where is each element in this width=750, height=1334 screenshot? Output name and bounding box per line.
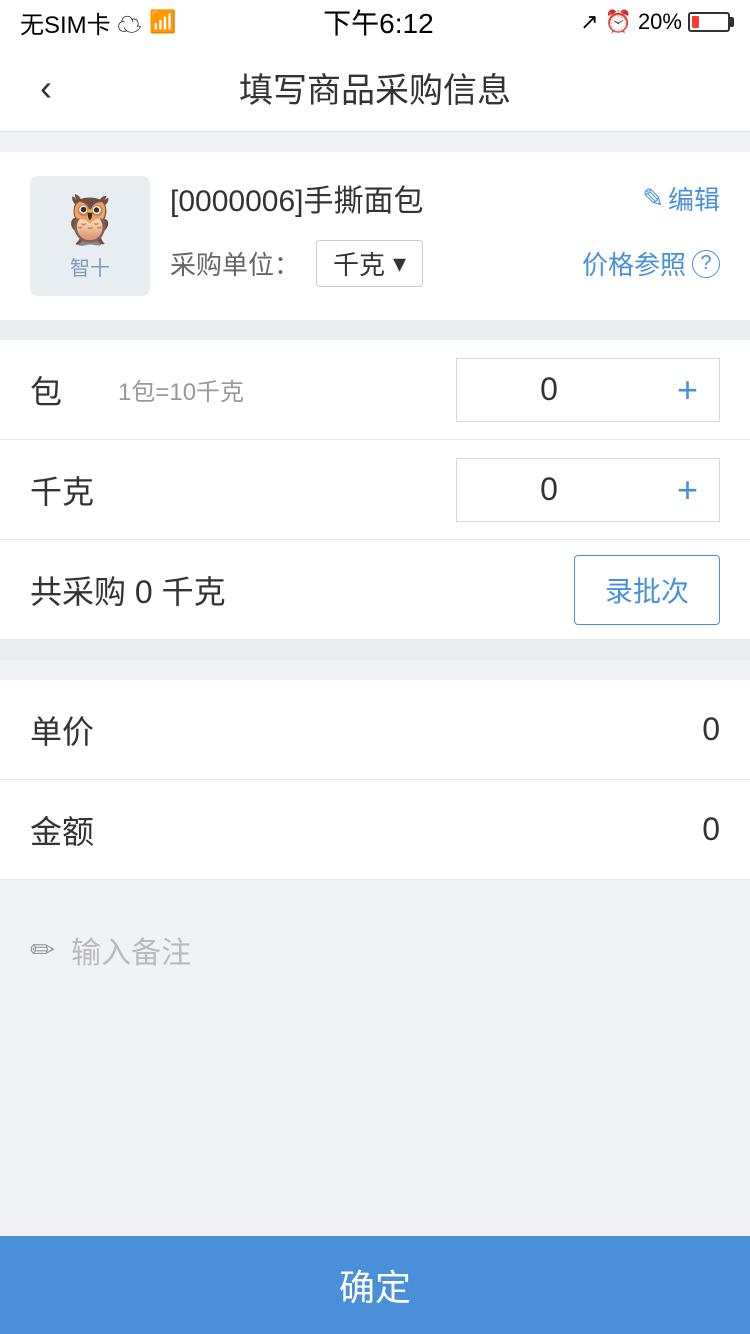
price-row: 单价 0	[0, 680, 750, 780]
kg-input-row: 千克 +	[0, 440, 750, 540]
summary-text: 共采购 0 千克	[30, 567, 226, 613]
amount-label: 金额	[30, 807, 94, 853]
dropdown-icon: ▾	[393, 248, 406, 279]
pack-input-box: +	[456, 358, 720, 422]
battery-percent: 20%	[638, 9, 682, 35]
product-header: [0000006]手撕面包 ✎ 编辑	[170, 176, 720, 220]
summary-row: 共采购 0 千克 录批次	[0, 540, 750, 640]
edit-icon: ✎	[642, 183, 664, 214]
status-left: 无SIM卡 ☁ 📶	[20, 5, 177, 40]
section-divider-1	[0, 320, 750, 340]
battery-icon	[688, 12, 730, 32]
product-card: 🦉 智十 [0000006]手撕面包 ✎ 编辑 采购单位： 千克 ▾ 价格参照 …	[0, 152, 750, 320]
pack-number-input[interactable]	[456, 358, 656, 422]
nav-bar: ‹ 填写商品采购信息	[0, 44, 750, 132]
product-info: [0000006]手撕面包 ✎ 编辑 采购单位： 千克 ▾ 价格参照 ?	[170, 176, 720, 287]
unit-value: 千克	[333, 245, 385, 282]
unit-select[interactable]: 千克 ▾	[316, 240, 423, 287]
product-thumb-icon: 🦉	[60, 191, 120, 248]
status-right: ↗ ⏰ 20%	[580, 9, 730, 35]
product-thumb-label: 智十	[70, 252, 110, 281]
pack-sublabel: 1包=10千克	[118, 372, 244, 407]
price-ref-icon: ?	[692, 250, 720, 278]
amount-row: 金额 0	[0, 780, 750, 880]
page-title: 填写商品采购信息	[239, 63, 511, 112]
battery-fill	[692, 16, 699, 28]
location-icon: ↗	[580, 9, 598, 35]
no-sim-text: 无SIM卡 ☁	[20, 5, 141, 40]
confirm-button[interactable]: 确定	[0, 1236, 750, 1334]
pack-plus-button[interactable]: +	[656, 358, 720, 422]
batch-button[interactable]: 录批次	[574, 555, 720, 625]
product-name: [0000006]手撕面包	[170, 176, 423, 220]
back-button[interactable]: ‹	[30, 57, 62, 119]
confirm-label: 确定	[339, 1259, 411, 1311]
price-value: 0	[702, 711, 720, 748]
section-divider-2	[0, 640, 750, 660]
remark-section[interactable]: ✏ 输入备注	[0, 900, 750, 1000]
product-thumbnail: 🦉 智十	[30, 176, 150, 296]
wifi-icon: 📶	[149, 9, 176, 35]
status-time: 下午6:12	[323, 2, 434, 42]
edit-button[interactable]: ✎ 编辑	[642, 180, 720, 217]
quantity-input-section: 包 1包=10千克 + 千克 + 共采购 0 千克 录批次	[0, 340, 750, 640]
price-label: 单价	[30, 707, 94, 753]
kg-input-box: +	[456, 458, 720, 522]
kg-label: 千克	[30, 467, 110, 513]
price-ref-label: 价格参照	[582, 245, 686, 282]
kg-number-input[interactable]	[456, 458, 656, 522]
pack-label: 包	[30, 367, 110, 413]
edit-label: 编辑	[668, 180, 720, 217]
product-unit-row: 采购单位： 千克 ▾ 价格参照 ?	[170, 240, 720, 287]
pencil-icon: ✏	[30, 933, 55, 968]
alarm-icon: ⏰	[605, 9, 632, 35]
amount-value: 0	[702, 811, 720, 848]
price-ref-button[interactable]: 价格参照 ?	[582, 245, 720, 282]
pack-input-row: 包 1包=10千克 +	[0, 340, 750, 440]
unit-label: 采购单位：	[170, 245, 300, 282]
kg-plus-button[interactable]: +	[656, 458, 720, 522]
price-amount-section: 单价 0 金额 0	[0, 680, 750, 880]
status-bar: 无SIM卡 ☁ 📶 下午6:12 ↗ ⏰ 20%	[0, 0, 750, 44]
remark-placeholder: 输入备注	[71, 928, 191, 972]
